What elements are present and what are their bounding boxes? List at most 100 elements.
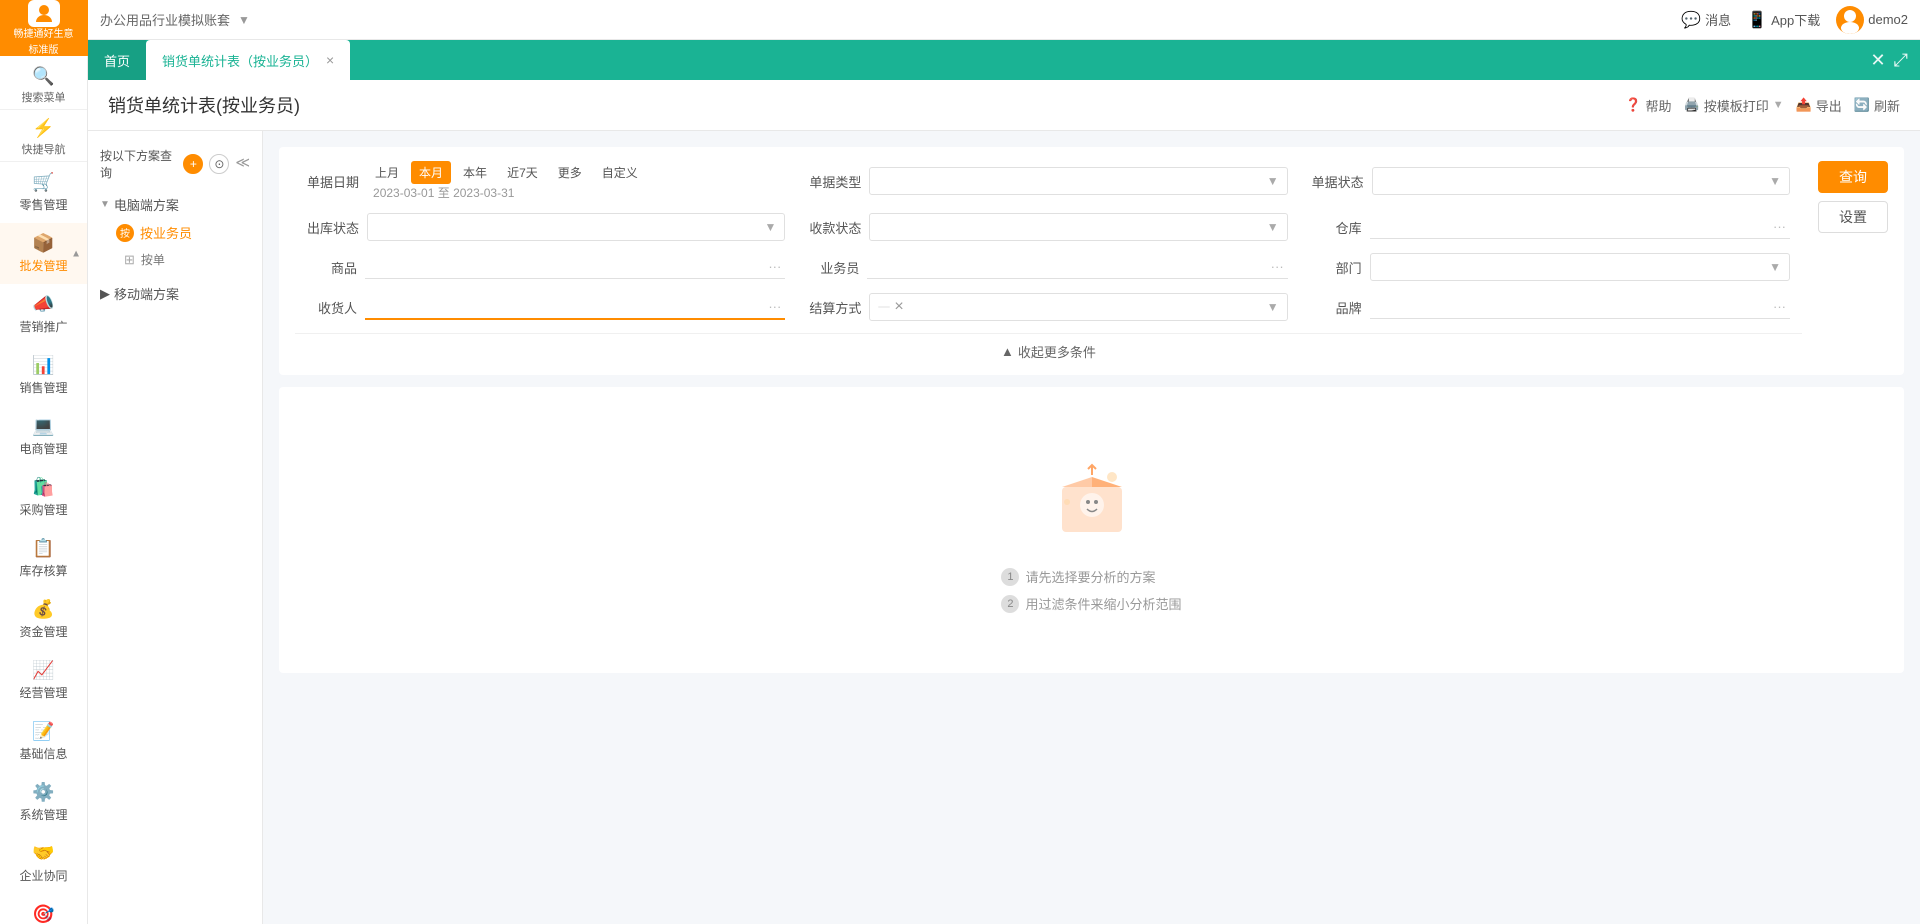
search-icon: 🔍 — [32, 66, 54, 87]
print-dropdown-icon: ▼ — [1773, 99, 1784, 111]
settlement-label: 结算方式 — [809, 298, 861, 317]
settlement-select[interactable]: × ▼ — [869, 293, 1287, 321]
sidebar-item-purchase[interactable]: 🛍️ 采购管理 — [0, 467, 87, 528]
scheme-item-salesperson-label: 按业务员 — [140, 223, 192, 242]
left-panel-header-icons: + ⊙ ≪ — [183, 154, 250, 174]
receive-status-label: 收款状态 — [809, 218, 861, 237]
tab-maximize-btn[interactable]: ⤢ — [1894, 50, 1908, 71]
scheme-group-mobile[interactable]: ▶ 移动端方案 — [88, 280, 262, 307]
brand-input[interactable]: ··· — [1370, 295, 1790, 319]
receiver-label: 收货人 — [307, 298, 357, 317]
tab-sales-stat[interactable]: 销货单统计表（按业务员） × — [146, 40, 350, 80]
collapse-panel-btn[interactable]: ≪ — [235, 154, 250, 174]
tab-home[interactable]: 首页 — [88, 40, 146, 80]
salesperson-input[interactable]: ··· — [867, 255, 1287, 279]
goods-input[interactable]: ··· — [365, 255, 785, 279]
sidebar-item-inventory[interactable]: 📋 库存核算 — [0, 528, 87, 589]
dept-label: 部门 — [1312, 258, 1362, 277]
settings-button[interactable]: 设置 — [1818, 201, 1888, 233]
warehouse-input[interactable]: ··· — [1370, 215, 1790, 239]
sidebar-item-finance[interactable]: 💰 资金管理 — [0, 589, 87, 650]
wholesale-icon: 📦 — [32, 233, 54, 254]
operations-icon: 📈 — [32, 660, 54, 681]
sidebar-search-item[interactable]: 🔍 搜索菜单 — [0, 56, 87, 110]
sidebar-item-operations[interactable]: 📈 经营管理 — [0, 650, 87, 711]
sidebar: 畅捷通好生意 标准版 🔍 搜索菜单 ⚡ 快捷导航 🛒 零售管理 📦 批发管理 ▲… — [0, 0, 88, 924]
purchase-label: 采购管理 — [19, 501, 67, 518]
sidebar-item-retail[interactable]: 🛒 零售管理 — [0, 162, 87, 223]
breadcrumb-dropdown[interactable]: ▼ — [238, 13, 250, 27]
mobile-group-label: 移动端方案 — [114, 284, 179, 303]
sidebar-item-enterprise[interactable]: 🤝 企业协同 — [0, 833, 87, 894]
sidebar-item-ecommerce[interactable]: 💻 电商管理 — [0, 406, 87, 467]
filter-cell-brand: 品牌 ··· — [1300, 293, 1802, 321]
help-btn[interactable]: ❓ 帮助 — [1625, 96, 1671, 115]
doc-status-label: 单据状态 — [1312, 172, 1364, 191]
date-btn-last-month[interactable]: 上月 — [367, 161, 407, 184]
edit-scheme-btn[interactable]: ⊙ — [209, 154, 229, 174]
action-buttons: 查询 设置 — [1818, 161, 1888, 233]
help-icon: ❓ — [1625, 97, 1641, 113]
retail-icon: 🛒 — [32, 172, 54, 193]
doc-type-select[interactable]: ▼ — [869, 167, 1287, 195]
date-label: 单据日期 — [307, 172, 359, 191]
date-btn-last-7-days[interactable]: 近7天 — [499, 161, 546, 184]
date-btn-this-month[interactable]: 本月 — [411, 161, 451, 184]
refresh-btn[interactable]: 🔄 刷新 — [1854, 96, 1900, 115]
sidebar-item-basic-info[interactable]: 📝 基础信息 — [0, 711, 87, 772]
date-btn-more[interactable]: 更多 — [550, 161, 590, 184]
hint-num-1: 1 — [1001, 568, 1019, 586]
empty-illustration — [1042, 447, 1142, 547]
receive-status-chevron: ▼ — [1267, 220, 1279, 234]
doc-status-select[interactable]: ▼ — [1372, 167, 1790, 195]
out-status-select[interactable]: ▼ — [367, 213, 785, 241]
basic-info-icon: 📝 — [32, 721, 54, 742]
message-label: 消息 — [1705, 10, 1731, 29]
collapse-btn[interactable]: ▲ 收起更多条件 — [295, 333, 1802, 361]
enterprise-label: 企业协同 — [19, 867, 67, 884]
user-profile[interactable]: demo2 — [1836, 6, 1908, 34]
filter-cell-doc-type: 单据类型 ▼ — [797, 161, 1299, 201]
wholesale-expand-icon: ▲ — [71, 248, 81, 259]
add-scheme-btn[interactable]: + — [183, 154, 203, 174]
page-header-actions: ❓ 帮助 🖨️ 按模板打印 ▼ 📤 导出 🔄 刷新 — [1625, 96, 1900, 115]
sidebar-quicknav-item[interactable]: ⚡ 快捷导航 — [0, 110, 87, 162]
inventory-icon: 📋 — [32, 538, 54, 559]
empty-hint-1: 1 请先选择要分析的方案 — [1001, 567, 1181, 586]
export-btn[interactable]: 📤 导出 — [1796, 96, 1842, 115]
app-download-btn[interactable]: 📱 App下载 — [1747, 10, 1820, 30]
scheme-item-by-order[interactable]: ⊞ 按单 — [88, 247, 262, 272]
system-label: 系统管理 — [19, 806, 67, 823]
logo-icon — [28, 0, 60, 27]
sidebar-item-newbie[interactable]: 🎯 新手引导 — [0, 894, 87, 924]
active-scheme-dot: 按 — [116, 224, 134, 242]
query-button[interactable]: 查询 — [1818, 161, 1888, 193]
inventory-label: 库存核算 — [19, 562, 67, 579]
date-btn-this-year[interactable]: 本年 — [455, 161, 495, 184]
dept-select[interactable]: ▼ — [1370, 253, 1790, 281]
scheme-item-salesperson[interactable]: 按 按业务员 — [88, 218, 262, 247]
warehouse-dots: ··· — [1773, 219, 1786, 234]
marketing-label: 营销推广 — [19, 318, 67, 335]
purchase-icon: 🛍️ — [32, 477, 54, 498]
message-btn[interactable]: 💬 消息 — [1681, 10, 1731, 30]
date-btn-custom[interactable]: 自定义 — [594, 161, 646, 184]
sidebar-item-system[interactable]: ⚙️ 系统管理 — [0, 772, 87, 833]
sidebar-item-wholesale[interactable]: 📦 批发管理 ▲ — [0, 223, 87, 284]
sidebar-item-sales[interactable]: 📊 销售管理 — [0, 345, 87, 406]
breadcrumb: 办公用品行业模拟账套 — [100, 10, 230, 29]
settlement-clear-icon[interactable]: × — [894, 298, 903, 316]
filter-section: 单据日期 上月 本月 本年 近7天 更多 自定义 — [295, 161, 1888, 361]
receiver-dots: ··· — [768, 299, 781, 314]
sidebar-item-marketing[interactable]: 📣 营销推广 — [0, 284, 87, 345]
receiver-input[interactable]: ··· — [365, 295, 785, 320]
hint-num-2: 2 — [1001, 595, 1019, 613]
receive-status-select[interactable]: ▼ — [869, 213, 1287, 241]
print-btn[interactable]: 🖨️ 按模板打印 ▼ — [1684, 96, 1784, 115]
topbar: 办公用品行业模拟账套 ▼ 💬 消息 📱 App下载 demo2 — [88, 0, 1920, 40]
filter-cell-out-status: 出库状态 ▼ — [295, 213, 797, 241]
tab-close-icon[interactable]: × — [326, 52, 334, 68]
tab-close-btn[interactable]: ✕ — [1871, 50, 1886, 71]
print-label: 按模板打印 — [1704, 96, 1769, 115]
scheme-group-pc-title[interactable]: ▼ 电脑端方案 — [88, 191, 262, 218]
